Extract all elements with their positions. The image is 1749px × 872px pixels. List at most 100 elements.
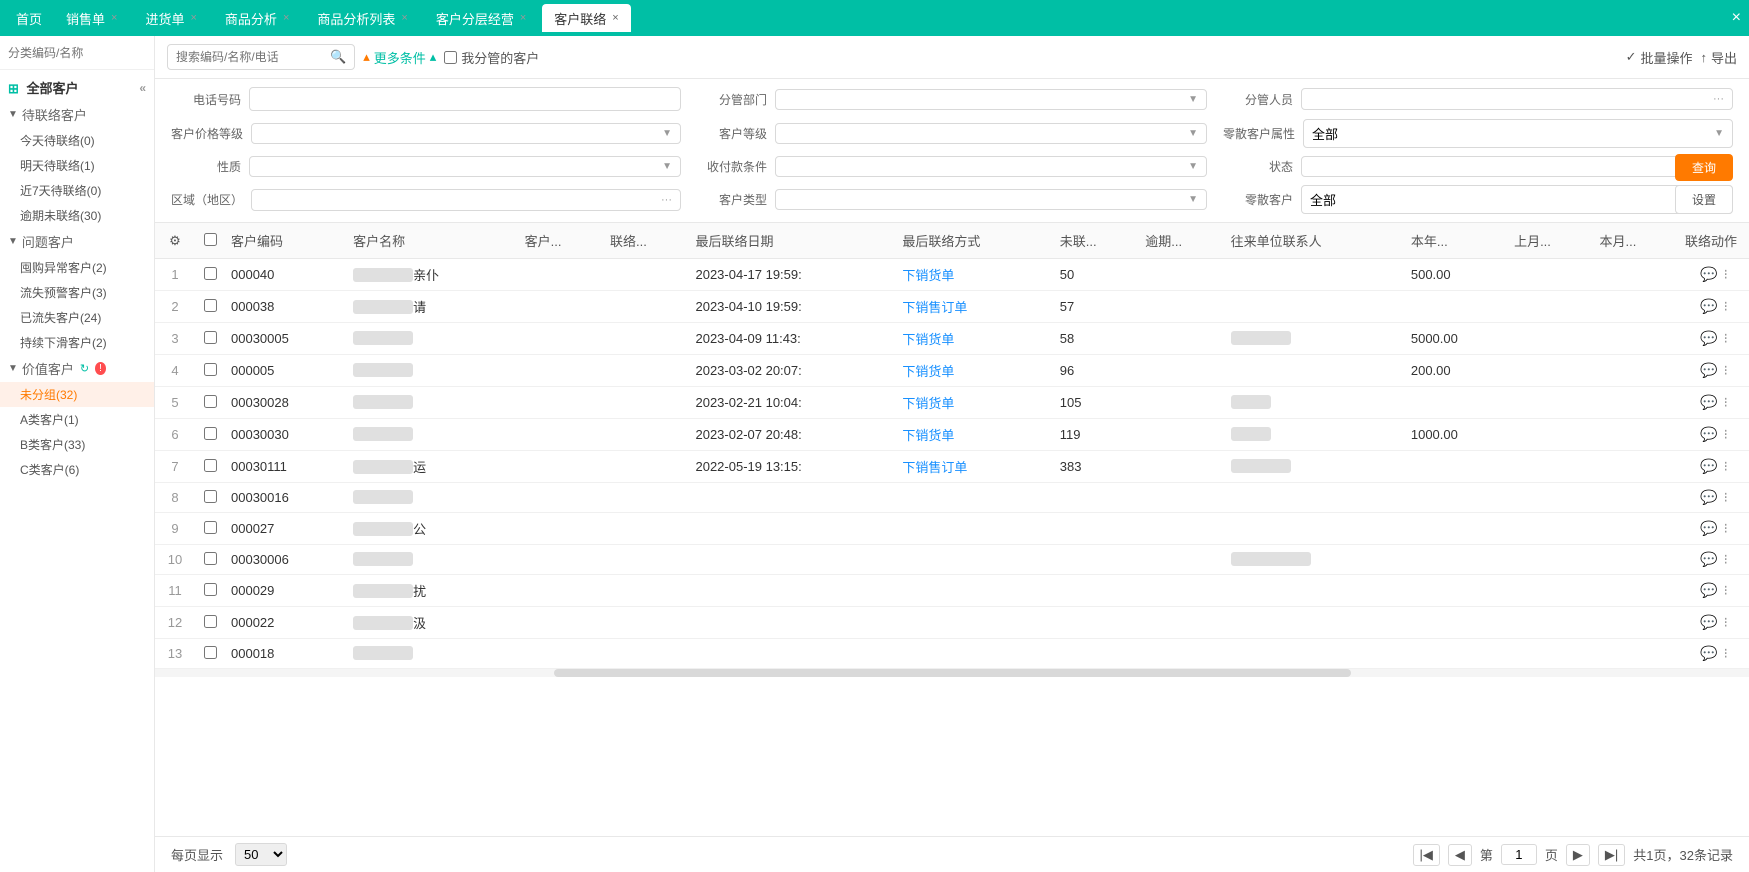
message-icon[interactable]: 💬	[1700, 520, 1717, 537]
price-level-select[interactable]: ▼	[251, 123, 681, 144]
tab-product-list[interactable]: 商品分析列表 ×	[305, 4, 419, 32]
last-method-link[interactable]: 下销售订单	[902, 300, 967, 315]
row-checkbox[interactable]	[204, 521, 217, 534]
more-icon[interactable]: ⁝	[1723, 614, 1727, 631]
more-icon[interactable]: ⁝	[1723, 330, 1727, 347]
last-method-link[interactable]: 下销售订单	[902, 460, 967, 475]
settings-column-header[interactable]: ⚙	[155, 223, 195, 259]
tab-product-analysis[interactable]: 商品分析 ×	[213, 4, 301, 32]
tab-sales[interactable]: 销售单 ×	[54, 4, 129, 32]
sidebar-item-today[interactable]: 今天待联络(0)	[0, 128, 154, 153]
manager-select[interactable]: ···	[1301, 88, 1733, 110]
row-checkbox[interactable]	[204, 267, 217, 280]
more-icon[interactable]: ⁝	[1723, 520, 1727, 537]
more-icon[interactable]: ⁝	[1723, 582, 1727, 599]
more-icon[interactable]: ⁝	[1723, 298, 1727, 315]
payment-select[interactable]: ▼	[775, 156, 1207, 177]
more-icon[interactable]: ⁝	[1723, 266, 1727, 283]
close-icon[interactable]: ×	[283, 12, 289, 24]
row-checkbox[interactable]	[204, 490, 217, 503]
ellipsis-icon[interactable]: ···	[661, 194, 672, 206]
last-method-link[interactable]: 下销货单	[902, 268, 954, 283]
phone-input[interactable]	[249, 87, 681, 111]
value-customers-header[interactable]: ▼ 价值客户 ↻ !	[0, 355, 154, 382]
sidebar-item-tomorrow[interactable]: 明天待联络(1)	[0, 153, 154, 178]
per-page-select[interactable]: 50 100 200	[235, 843, 287, 866]
customer-type-select[interactable]: ▼	[775, 189, 1207, 210]
more-icon[interactable]: ⁝	[1723, 551, 1727, 568]
page-input[interactable]	[1501, 844, 1537, 865]
row-checkbox[interactable]	[204, 363, 217, 376]
last-method-link[interactable]: 下销货单	[902, 428, 954, 443]
query-button[interactable]: 查询	[1675, 154, 1733, 181]
close-icon[interactable]: ×	[612, 12, 618, 24]
message-icon[interactable]: 💬	[1700, 458, 1717, 475]
last-method-link[interactable]: 下销货单	[902, 396, 954, 411]
nature-select[interactable]: ▼	[249, 156, 681, 177]
customer-level-select[interactable]: ▼	[775, 123, 1207, 144]
close-icon[interactable]: ×	[520, 12, 526, 24]
reset-button[interactable]: 设置	[1675, 185, 1733, 214]
problem-customers-header[interactable]: ▼ 问题客户	[0, 228, 154, 255]
message-icon[interactable]: 💬	[1700, 266, 1717, 283]
message-icon[interactable]: 💬	[1700, 426, 1717, 443]
sidebar-item-a-class[interactable]: A类客户(1)	[0, 407, 154, 432]
window-close-icon[interactable]: ×	[1732, 9, 1741, 26]
message-icon[interactable]: 💬	[1700, 298, 1717, 315]
sidebar-item-b-class[interactable]: B类客户(33)	[0, 432, 154, 457]
last-method-link[interactable]: 下销货单	[902, 364, 954, 379]
message-icon[interactable]: 💬	[1700, 645, 1717, 662]
dept-select[interactable]: ▼	[775, 89, 1207, 110]
row-checkbox[interactable]	[204, 552, 217, 565]
sidebar-item-overdue[interactable]: 逾期未联络(30)	[0, 203, 154, 228]
sidebar-item-week[interactable]: 近7天待联络(0)	[0, 178, 154, 203]
export-btn[interactable]: ↑ 导出	[1700, 48, 1737, 67]
tab-purchase[interactable]: 进货单 ×	[133, 4, 208, 32]
close-icon[interactable]: ×	[190, 12, 196, 24]
message-icon[interactable]: 💬	[1700, 489, 1717, 506]
last-method-link[interactable]: 下销货单	[902, 332, 954, 347]
row-checkbox[interactable]	[204, 299, 217, 312]
more-icon[interactable]: ⁝	[1723, 426, 1727, 443]
message-icon[interactable]: 💬	[1700, 330, 1717, 347]
refresh-icon[interactable]: ↻	[80, 362, 89, 375]
status-select[interactable]: ▼	[1301, 156, 1733, 177]
message-icon[interactable]: 💬	[1700, 394, 1717, 411]
horizontal-scrollbar[interactable]	[155, 669, 1749, 677]
row-checkbox[interactable]	[204, 459, 217, 472]
row-checkbox[interactable]	[204, 395, 217, 408]
sidebar-search-input[interactable]	[8, 46, 155, 60]
search-input[interactable]	[176, 50, 326, 64]
region-select[interactable]: ···	[251, 189, 681, 211]
more-icon[interactable]: ⁝	[1723, 458, 1727, 475]
select-all-checkbox[interactable]	[204, 233, 217, 246]
tab-customer-tier[interactable]: 客户分层经营 ×	[424, 4, 538, 32]
message-icon[interactable]: 💬	[1700, 582, 1717, 599]
sidebar-item-abnormal[interactable]: 囤购异常客户(2)	[0, 255, 154, 280]
more-icon[interactable]: ⁝	[1723, 645, 1727, 662]
next-page-btn[interactable]: ▶	[1566, 844, 1590, 866]
last-page-btn[interactable]: ▶|	[1598, 844, 1625, 866]
row-checkbox[interactable]	[204, 583, 217, 596]
more-icon[interactable]: ⁝	[1723, 394, 1727, 411]
all-customers-header[interactable]: ⊞ 全部客户 «	[0, 70, 154, 101]
sparse-attr-select[interactable]: 全部 ▼	[1303, 119, 1733, 148]
sidebar-item-c-class[interactable]: C类客户(6)	[0, 457, 154, 482]
sidebar-item-churned[interactable]: 已流失客户(24)	[0, 305, 154, 330]
message-icon[interactable]: 💬	[1700, 551, 1717, 568]
more-icon[interactable]: ⁝	[1723, 489, 1727, 506]
message-icon[interactable]: 💬	[1700, 614, 1717, 631]
row-checkbox[interactable]	[204, 427, 217, 440]
sidebar-item-declining[interactable]: 持续下滑客户(2)	[0, 330, 154, 355]
tab-customer-contact[interactable]: 客户联络 ×	[542, 4, 630, 32]
sidebar-item-churn-warning[interactable]: 流失预警客户(3)	[0, 280, 154, 305]
home-tab[interactable]: 首页	[8, 9, 50, 28]
message-icon[interactable]: 💬	[1700, 362, 1717, 379]
pending-contact-header[interactable]: ▼ 待联络客户	[0, 101, 154, 128]
sparse-customer-select[interactable]: 全部 ▼	[1301, 185, 1733, 214]
prev-page-btn[interactable]: ◀	[1448, 844, 1472, 866]
more-icon[interactable]: ⁝	[1723, 362, 1727, 379]
row-checkbox[interactable]	[204, 331, 217, 344]
close-icon[interactable]: ×	[401, 12, 407, 24]
collapse-icon[interactable]: «	[139, 81, 146, 95]
